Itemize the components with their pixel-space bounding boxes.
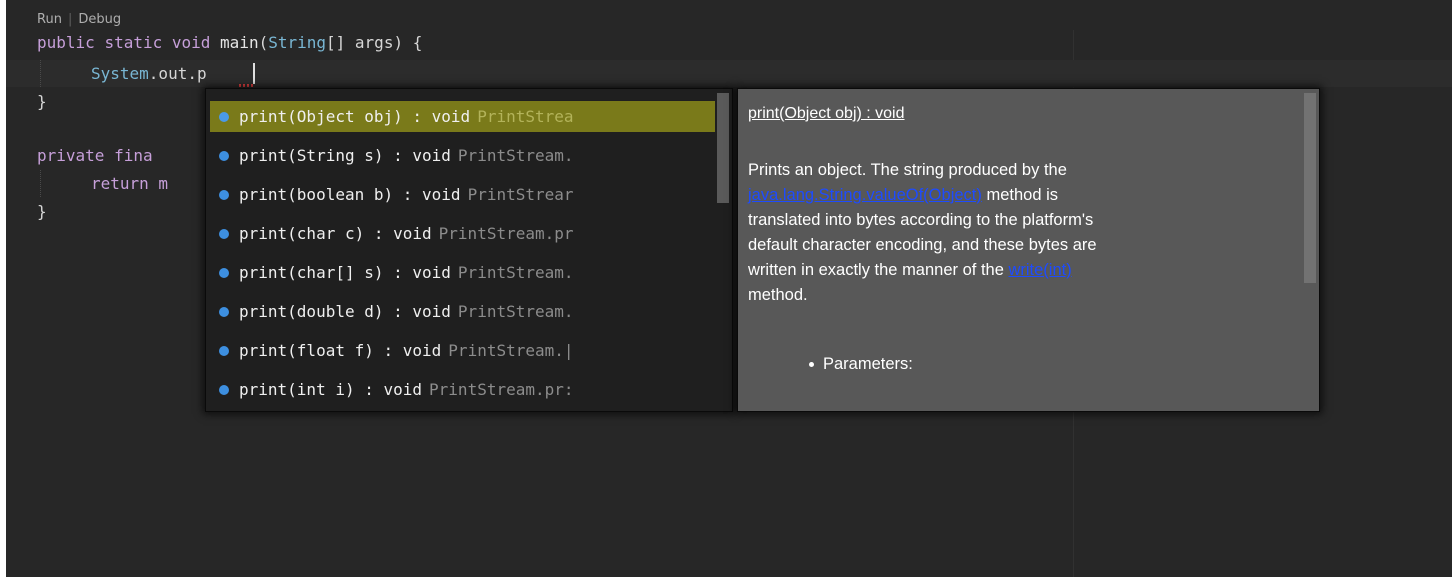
suggestion-owner: PrintStrea xyxy=(477,107,574,126)
suggestion-item[interactable]: print(String s) : void PrintStream. xyxy=(210,140,715,171)
write-int-link[interactable]: write(int) xyxy=(1008,261,1071,279)
method-icon xyxy=(219,306,229,317)
suggestion-owner: PrintStream. xyxy=(457,302,574,321)
parameters-label: Parameters: xyxy=(823,355,913,373)
keyword-static: static xyxy=(104,33,163,52)
suggestion-item[interactable]: print(char c) : void PrintStream.pr xyxy=(210,218,715,249)
doc-line: method. xyxy=(748,286,808,304)
suggestion-list[interactable]: print(Object obj) : void PrintStrea prin… xyxy=(205,88,733,412)
text-cursor xyxy=(253,63,255,84)
code-line-2[interactable]: System.out.p xyxy=(91,60,207,87)
bullet-icon xyxy=(809,362,814,367)
method-icon xyxy=(219,267,229,278)
suggestion-signature: print(char[] s) : void xyxy=(239,263,451,282)
codelens-separator: | xyxy=(67,11,73,27)
suggestion-owner: PrintStrear xyxy=(467,185,574,204)
indent-guide xyxy=(40,60,41,87)
suggestion-item[interactable]: print(char[] s) : void PrintStream. xyxy=(210,257,715,288)
suggestion-owner: PrintStream.| xyxy=(448,341,574,360)
suggestion-signature: print(int i) : void xyxy=(239,380,423,399)
debug-codelens-link[interactable]: Debug xyxy=(78,12,121,27)
method-icon xyxy=(219,111,229,122)
indent-guide xyxy=(40,170,41,197)
doc-line: java.lang.String.valueOf(Object) method … xyxy=(748,183,1288,208)
doc-line: default character encoding, and these by… xyxy=(748,236,1097,254)
suggestion-owner: PrintStream. xyxy=(457,146,574,165)
suggestion-signature: print(double d) : void xyxy=(239,302,451,321)
suggestion-item[interactable]: print(int i) : void PrintStream.pr: xyxy=(210,374,715,405)
code-line-7[interactable]: } xyxy=(37,198,47,225)
code-line-1[interactable]: public static void main(String[] args) { xyxy=(37,29,422,56)
current-line-highlight xyxy=(6,60,1452,87)
suggestion-item[interactable]: print(double d) : void PrintStream. xyxy=(210,296,715,327)
method-name: main xyxy=(220,33,259,52)
keyword-void: void xyxy=(171,33,211,52)
paren-open: ( xyxy=(258,33,269,52)
code-line-3[interactable]: } xyxy=(37,88,47,115)
suggestion-scrollbar[interactable] xyxy=(717,93,729,203)
doc-description: Prints an object. The string produced by… xyxy=(748,158,1288,308)
member-access-text: .out.p xyxy=(148,64,207,83)
doc-line: Prints an object. The string produced by… xyxy=(748,161,1067,179)
method-icon xyxy=(219,189,229,200)
code-line-5[interactable]: private fina xyxy=(37,142,153,169)
doc-text: method is xyxy=(981,186,1058,204)
doc-text: written in exactly the manner of the xyxy=(748,261,1009,279)
method-icon xyxy=(219,345,229,356)
documentation-panel[interactable]: print(Object obj) : void Prints an objec… xyxy=(737,88,1320,412)
run-codelens-link[interactable]: Run xyxy=(37,12,62,27)
class-system: System xyxy=(91,64,149,83)
suggestion-item[interactable]: print(float f) : void PrintStream.| xyxy=(210,335,715,366)
suggestion-owner: PrintStream.pr xyxy=(438,224,574,243)
suggestion-owner: PrintStream.pr: xyxy=(429,380,574,399)
method-icon xyxy=(219,228,229,239)
args-text: [] args) { xyxy=(326,33,423,52)
suggestion-signature: print(boolean b) : void xyxy=(239,185,461,204)
doc-title: print(Object obj) : void xyxy=(748,105,905,122)
suggestion-signature: print(Object obj) : void xyxy=(239,107,471,126)
method-icon xyxy=(219,150,229,161)
docs-scrollbar[interactable] xyxy=(1304,93,1316,283)
code-editor[interactable]: Run | Debug public static void main(String… xyxy=(6,0,1452,577)
parameters-bullet: Parameters: xyxy=(809,355,913,374)
doc-line: written in exactly the manner of the wri… xyxy=(748,258,1288,283)
suggestion-item[interactable]: print(Object obj) : void PrintStrea xyxy=(210,101,715,132)
suggestion-signature: print(char c) : void xyxy=(239,224,432,243)
suggestion-signature: print(String s) : void xyxy=(239,146,451,165)
type-string: String xyxy=(268,33,327,52)
suggestion-owner: PrintStream. xyxy=(457,263,574,282)
codelens: Run | Debug xyxy=(37,9,121,29)
suggestion-item[interactable]: print(boolean b) : void PrintStrear xyxy=(210,179,715,210)
valueof-link[interactable]: java.lang.String.valueOf(Object) xyxy=(748,186,982,204)
code-line-6[interactable]: return m xyxy=(91,170,168,197)
error-squiggle xyxy=(239,84,253,87)
suggestion-signature: print(float f) : void xyxy=(239,341,442,360)
doc-line: translated into bytes according to the p… xyxy=(748,211,1094,229)
method-icon xyxy=(219,384,229,395)
keyword-public: public xyxy=(37,33,95,52)
